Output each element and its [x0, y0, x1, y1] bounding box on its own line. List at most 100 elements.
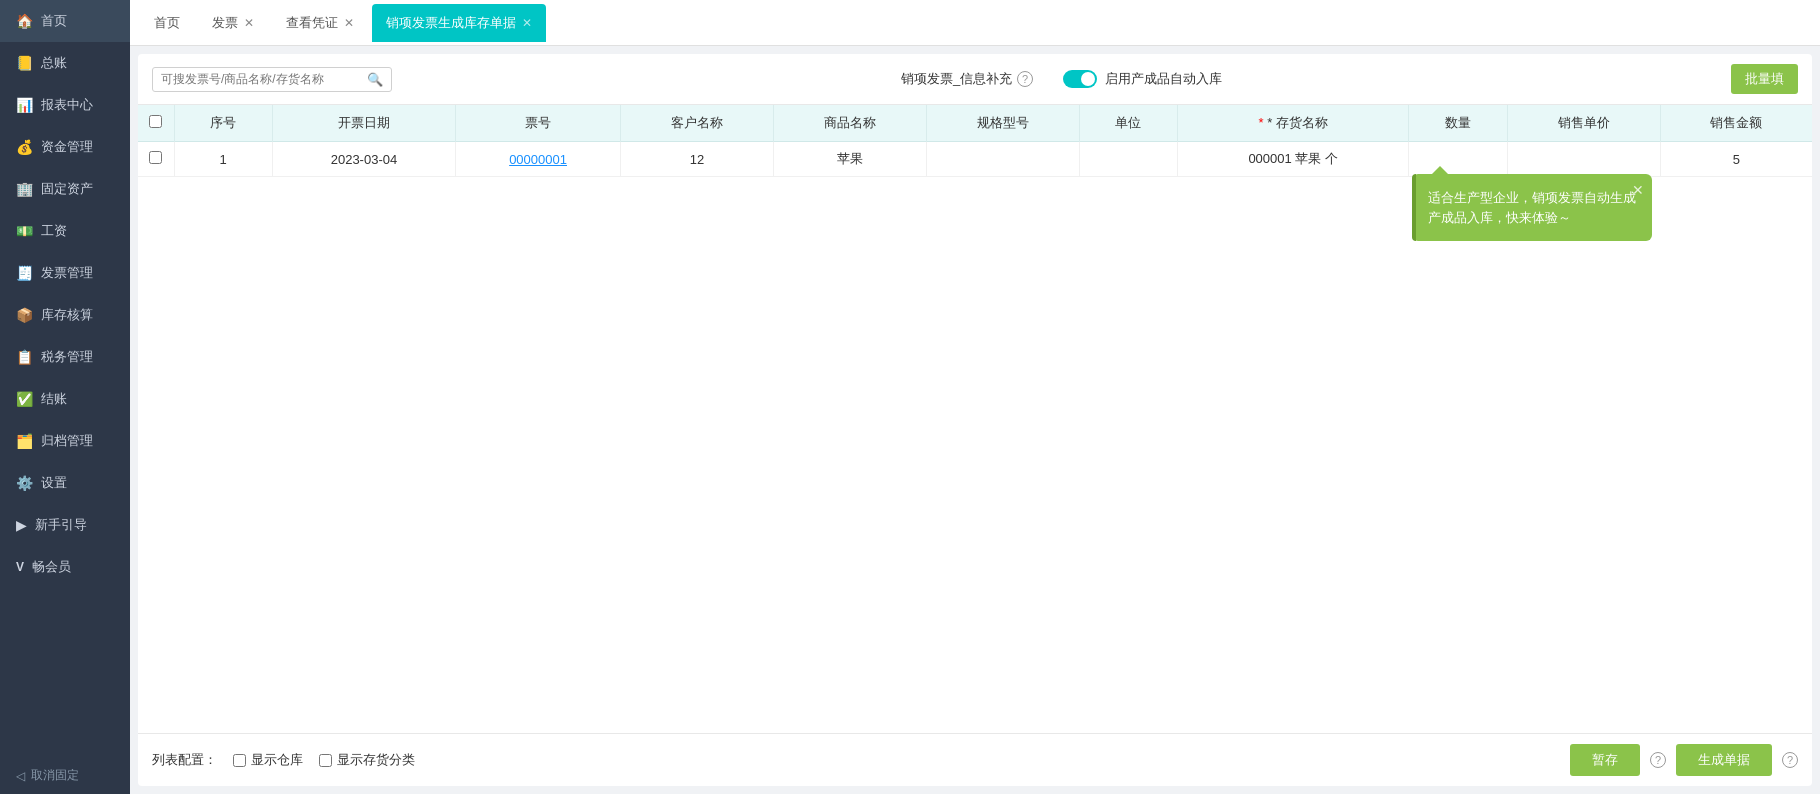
settings-icon: ⚙️	[16, 475, 33, 491]
info-help-icon[interactable]: ?	[1017, 71, 1033, 87]
sidebar-item-label: 畅会员	[32, 558, 71, 576]
sidebar-item-inventory[interactable]: 📦 库存核算	[0, 294, 130, 336]
tooltip-popup: ✕ 适合生产型企业，销项发票自动生成产成品入库，快来体验～	[1412, 174, 1652, 241]
settlement-icon: ✅	[16, 391, 33, 407]
toggle-switch[interactable]	[1063, 70, 1097, 88]
show-inventory-category-checkbox[interactable]	[319, 754, 332, 767]
unpin-icon: ◁	[16, 769, 25, 783]
row-checkbox[interactable]	[149, 151, 162, 164]
select-all-checkbox[interactable]	[149, 115, 162, 128]
tax-icon: 📋	[16, 349, 33, 365]
batch-fill-button[interactable]: 批量填	[1731, 64, 1798, 94]
sidebar-item-label: 发票管理	[41, 264, 93, 282]
col-qty: 数量	[1409, 105, 1507, 142]
main-area: 首页 发票 ✕ 查看凭证 ✕ 销项发票生成库存单据 ✕ 🔍 销项发票_信息补充 …	[130, 0, 1820, 794]
invoice-icon: 🧾	[16, 265, 33, 281]
tab-view-voucher-close[interactable]: ✕	[344, 16, 354, 30]
ledger-icon: 📒	[16, 55, 33, 71]
tab-invoice-close[interactable]: ✕	[244, 16, 254, 30]
toolbar: 🔍 销项发票_信息补充 ? 启用产成品自动入库 批量填	[138, 54, 1812, 105]
sidebar-item-label: 资金管理	[41, 138, 93, 156]
sidebar: 🏠 首页 📒 总账 📊 报表中心 💰 资金管理 🏢 固定资产 💵 工资 🧾 发票…	[0, 0, 130, 794]
show-inventory-category-label[interactable]: 显示存货分类	[319, 751, 415, 769]
search-input[interactable]	[161, 72, 361, 86]
sidebar-item-label: 报表中心	[41, 96, 93, 114]
tooltip-close-button[interactable]: ✕	[1632, 180, 1644, 201]
sidebar-item-funds[interactable]: 💰 资金管理	[0, 126, 130, 168]
tab-home-label: 首页	[154, 14, 180, 32]
tab-sales-return[interactable]: 销项发票生成库存单据 ✕	[372, 4, 546, 42]
inventory-icon: 📦	[16, 307, 33, 323]
sidebar-item-tax[interactable]: 📋 税务管理	[0, 336, 130, 378]
sidebar-item-member[interactable]: V 畅会员	[0, 546, 130, 588]
tab-invoice[interactable]: 发票 ✕	[198, 4, 268, 42]
col-checkbox	[138, 105, 174, 142]
sidebar-item-label: 新手引导	[35, 516, 87, 534]
tab-view-voucher[interactable]: 查看凭证 ✕	[272, 4, 368, 42]
generate-help-icon[interactable]: ?	[1782, 752, 1798, 768]
show-inventory-category-text: 显示存货分类	[337, 751, 415, 769]
row-ticket-no: 00000001	[456, 142, 621, 177]
row-spec	[926, 142, 1079, 177]
sidebar-unpin[interactable]: ◁ 取消固定	[0, 757, 130, 794]
col-spec: 规格型号	[926, 105, 1079, 142]
sidebar-item-reports[interactable]: 📊 报表中心	[0, 84, 130, 126]
row-date: 2023-03-04	[272, 142, 455, 177]
sidebar-item-home[interactable]: 🏠 首页	[0, 0, 130, 42]
search-box[interactable]: 🔍	[152, 67, 392, 92]
bottom-actions: 暂存 ? 生成单据 ?	[1570, 744, 1798, 776]
sidebar-item-archive[interactable]: 🗂️ 归档管理	[0, 420, 130, 462]
row-qty	[1409, 142, 1507, 177]
tab-home[interactable]: 首页	[140, 4, 194, 42]
content-area: 🔍 销项发票_信息补充 ? 启用产成品自动入库 批量填	[138, 54, 1812, 786]
sidebar-item-wages[interactable]: 💵 工资	[0, 210, 130, 252]
show-warehouse-checkbox[interactable]	[233, 754, 246, 767]
col-ticket-no: 票号	[456, 105, 621, 142]
funds-icon: 💰	[16, 139, 33, 155]
sidebar-item-fixed-assets[interactable]: 🏢 固定资产	[0, 168, 130, 210]
bottom-bar: 列表配置： 显示仓库 显示存货分类 暂存 ? 生成单据 ?	[138, 733, 1812, 786]
row-amount: 5	[1660, 142, 1812, 177]
tab-bar: 首页 发票 ✕ 查看凭证 ✕ 销项发票生成库存单据 ✕	[130, 0, 1820, 46]
sidebar-item-settings[interactable]: ⚙️ 设置	[0, 462, 130, 504]
show-warehouse-label[interactable]: 显示仓库	[233, 751, 303, 769]
col-amount: 销售金额	[1660, 105, 1812, 142]
sidebar-item-label: 首页	[41, 12, 67, 30]
sidebar-item-guide[interactable]: ▶ 新手引导	[0, 504, 130, 546]
col-seq: 序号	[174, 105, 272, 142]
ticket-no-link[interactable]: 00000001	[509, 152, 567, 167]
table-header-row: 序号 开票日期 票号 客户名称 商品名称 规格型号 单位 * * 存货名称 数量…	[138, 105, 1812, 142]
col-inventory: * * 存货名称	[1177, 105, 1409, 142]
row-price	[1507, 142, 1660, 177]
row-seq: 1	[174, 142, 272, 177]
save-help-icon[interactable]: ?	[1650, 752, 1666, 768]
wages-icon: 💵	[16, 223, 33, 239]
row-product: 苹果	[773, 142, 926, 177]
sidebar-item-label: 税务管理	[41, 348, 93, 366]
member-icon: V	[16, 560, 24, 574]
sidebar-item-label: 固定资产	[41, 180, 93, 198]
toggle-area: 启用产成品自动入库	[1063, 70, 1222, 88]
search-icon: 🔍	[367, 72, 383, 87]
guide-icon: ▶	[16, 517, 27, 533]
toggle-slider	[1063, 70, 1097, 88]
tab-sales-return-close[interactable]: ✕	[522, 16, 532, 30]
tooltip-accent	[1412, 174, 1416, 241]
list-config-label: 列表配置：	[152, 751, 217, 769]
col-product: 商品名称	[773, 105, 926, 142]
sidebar-item-ledger[interactable]: 📒 总账	[0, 42, 130, 84]
sidebar-item-invoice-mgmt[interactable]: 🧾 发票管理	[0, 252, 130, 294]
table-row: 1 2023-03-04 00000001 12 苹果 000001 苹果 个 …	[138, 142, 1812, 177]
col-customer: 客户名称	[621, 105, 774, 142]
sidebar-item-label: 工资	[41, 222, 67, 240]
show-warehouse-text: 显示仓库	[251, 751, 303, 769]
info-label: 销项发票_信息补充 ?	[901, 70, 1033, 88]
row-checkbox-cell	[138, 142, 174, 177]
sidebar-item-settlement[interactable]: ✅ 结账	[0, 378, 130, 420]
save-button[interactable]: 暂存	[1570, 744, 1640, 776]
tab-sales-return-label: 销项发票生成库存单据	[386, 14, 516, 32]
generate-button[interactable]: 生成单据	[1676, 744, 1772, 776]
col-price: 销售单价	[1507, 105, 1660, 142]
archive-icon: 🗂️	[16, 433, 33, 449]
col-date: 开票日期	[272, 105, 455, 142]
